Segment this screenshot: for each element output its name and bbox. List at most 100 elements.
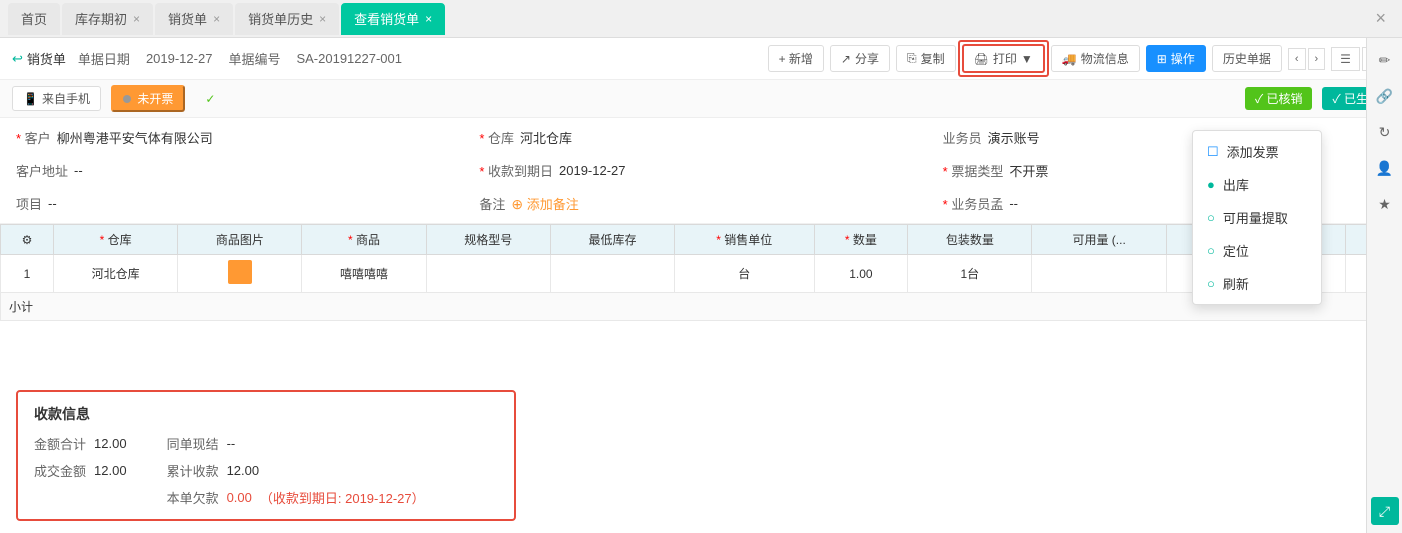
warehouse-field: 仓库 河北仓库 [479,128,922,147]
col-spec: 规格型号 [426,225,550,255]
staff-label: 业务员 [943,128,982,147]
same-order-label: 同单现结 [167,434,219,453]
refresh-label: 刷新 [1223,274,1249,293]
project-label: 项目 [16,194,42,213]
menu-add-invoice[interactable]: ☐ 添加发票 [1193,135,1321,168]
cumulative-item: 累计收款 12.00 [167,461,425,480]
print-button[interactable]: 🖨 打印 ▼ [962,44,1045,73]
arrears-label: 本单欠款 [167,488,219,507]
add-remark-button[interactable]: ⊕ 添加备注 [511,194,578,213]
row-spec [426,255,550,293]
payment-info-title: 收款信息 [34,404,498,424]
already-sold-label: ✓ 已核销 [1255,90,1303,107]
customer-field: 客户 柳州粤港平安气体有限公司 [16,128,459,147]
remark-field: 备注 ⊕ 添加备注 [479,194,922,213]
form-row-3: 项目 -- 备注 ⊕ 添加备注 业务员孟 -- [16,194,1386,213]
bottom-section: 收款信息 金额合计 12.00 成交金额 12.00 [0,378,1402,533]
share-icon: ↗ [841,52,851,66]
arrears-note: （收款到期日: 2019-12-27） [260,488,425,507]
sidebar-link-icon[interactable]: 🔗 [1371,82,1399,110]
sidebar-star-icon[interactable]: ★ [1371,190,1399,218]
toolbar-actions: + 新增 ↗ 分享 ⎘ 复制 🖨 打印 ▼ [768,44,1390,73]
total-amount-item: 金额合计 12.00 [34,434,127,453]
already-sold-badge[interactable]: ✓ 已核销 [1245,87,1313,110]
tab-inventory-init-close[interactable]: × [133,12,140,26]
print-icon: 🖨 [974,52,989,66]
print-button-wrapper: 🖨 打印 ▼ [962,44,1045,73]
nav-arrows: ‹ › [1288,48,1325,70]
row-num: 1 [1,255,54,293]
menu-available-pickup[interactable]: ○ 可用量提取 [1193,201,1321,234]
tab-sales-order-close[interactable]: × [213,12,220,26]
total-amount-label: 金额合计 [34,434,86,453]
add-button[interactable]: + 新增 [768,45,824,72]
confirm-button[interactable]: ✓ [195,89,225,109]
staff2-value: -- [1009,196,1018,211]
warehouse-value: 河北仓库 [520,128,572,147]
from-phone-label: 来自手机 [42,90,90,107]
tab-view-sales-close[interactable]: × [425,12,432,26]
row-product-img [178,255,302,293]
share-button[interactable]: ↗ 分享 [830,45,890,72]
copy-button[interactable]: ⎘ 复制 [896,45,956,72]
history-label: 历史单据 [1223,50,1271,67]
logistics-label: 物流信息 [1081,50,1129,67]
locate-label: 定位 [1223,241,1249,260]
staff-value: 演示账号 [988,128,1040,147]
arrears-item: 本单欠款 0.00 （收款到期日: 2019-12-27） [167,488,425,507]
form-row-1: 客户 柳州粤港平安气体有限公司 仓库 河北仓库 业务员 演示账号 [16,128,1386,147]
menu-refresh[interactable]: ○ 刷新 [1193,267,1321,300]
history-button[interactable]: 历史单据 [1212,45,1282,72]
col-available: 可用量 (... [1032,225,1166,255]
operations-dropdown: ☐ 添加发票 ● 出库 ○ 可用量提取 ○ 定位 ○ 刷新 [1192,130,1322,305]
menu-locate[interactable]: ○ 定位 [1193,234,1321,267]
not-open-button[interactable]: 未开票 [111,85,185,112]
address-label: 客户地址 [16,161,68,180]
row-pack-qty: 1台 [908,255,1032,293]
doc-date-value: 2019-12-27 [146,51,213,66]
payment-info-box: 收款信息 金额合计 12.00 成交金额 12.00 [16,390,516,521]
window-close-button[interactable]: × [1367,8,1394,29]
row-min-stock [550,255,674,293]
tab-view-sales[interactable]: 查看销货单 × [341,3,445,35]
arrears-value: 0.00 [227,490,252,505]
refresh-icon: ○ [1207,276,1215,291]
tab-inventory-init[interactable]: 库存期初 × [62,3,153,35]
from-phone-button[interactable]: 📱 来自手机 [12,86,101,111]
cumulative-value: 12.00 [227,463,260,478]
tab-sales-history-close[interactable]: × [319,12,326,26]
tab-home[interactable]: 首页 [8,3,60,35]
doc-toolbar: ↩ 销货单 单据日期 2019-12-27 单据编号 SA-20191227-0… [0,38,1402,80]
transaction-value: 12.00 [94,463,127,478]
col-quantity: 数量 [814,225,908,255]
col-settings[interactable]: ⚙ [1,225,54,255]
sidebar-expand-icon[interactable]: ⤢ [1371,497,1399,525]
add-remark-icon: ⊕ [511,196,523,212]
payment-info-col-2: 同单现结 -- 累计收款 12.00 本单欠款 0.00 （收款到期日: 201… [167,434,425,507]
form-row-2: 客户地址 -- 收款到期日 2019-12-27 票据类型 不开票 [16,161,1386,180]
tab-sales-history[interactable]: 销货单历史 × [235,3,339,35]
operations-button[interactable]: ⊞ 操作 [1146,45,1206,72]
sidebar-refresh-icon[interactable]: ↻ [1371,118,1399,146]
list-view-button[interactable]: ☰ [1331,47,1360,71]
tab-sales-order[interactable]: 销货单 × [155,3,233,35]
row-warehouse: 河北仓库 [54,255,178,293]
row-product: 嘻嘻嘻嘻 [302,255,426,293]
share-label: 分享 [855,50,879,67]
transaction-item: 成交金额 12.00 [34,461,127,480]
sidebar-edit-icon[interactable]: ✏ [1371,46,1399,74]
total-amount-value: 12.00 [94,436,127,451]
staff2-label: 业务员孟 [943,194,1004,213]
logistics-button[interactable]: 🚚 物流信息 [1051,45,1140,72]
prev-button[interactable]: ‹ [1288,48,1306,70]
next-button[interactable]: › [1308,48,1326,70]
remark-label: 备注 [479,194,505,213]
col-min-stock: 最低库存 [550,225,674,255]
add-label: + 新增 [779,50,813,67]
print-dropdown-arrow: ▼ [1021,52,1033,66]
payment-date-label: 收款到期日 [479,161,553,180]
sidebar-user-icon[interactable]: 👤 [1371,154,1399,182]
tab-bar: 首页 库存期初 × 销货单 × 销货单历史 × 查看销货单 × × [0,0,1402,38]
menu-outbound[interactable]: ● 出库 [1193,168,1321,201]
outbound-label: 出库 [1223,175,1249,194]
